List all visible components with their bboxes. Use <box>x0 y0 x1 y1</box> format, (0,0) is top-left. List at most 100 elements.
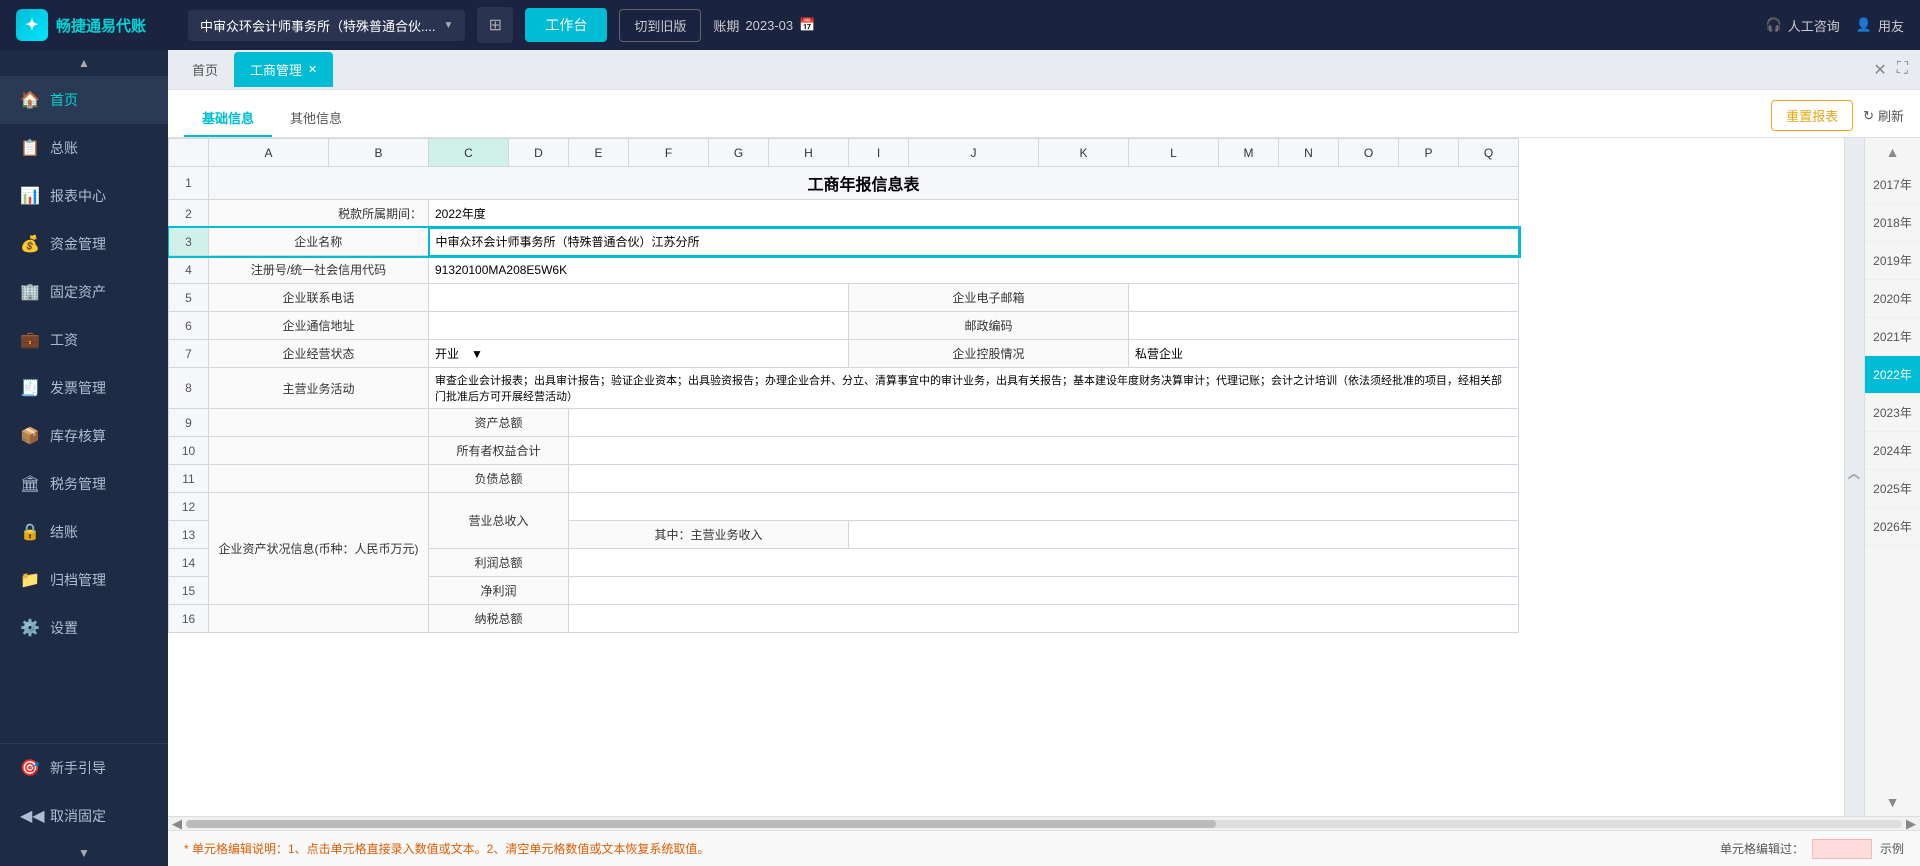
debt-value-cell[interactable] <box>569 465 1519 493</box>
year-scroll-down[interactable]: ▼ <box>1865 788 1920 816</box>
sidebar-item-archive[interactable]: 📁 归档管理 <box>0 556 168 604</box>
finance-icon: 💰 <box>20 234 40 254</box>
holding-value-cell[interactable]: 私营企业 <box>1129 340 1519 368</box>
year-2023[interactable]: 2023年 <box>1865 394 1920 432</box>
sidebar-item-ledger[interactable]: 📋 总账 <box>0 124 168 172</box>
col-D[interactable]: D <box>509 139 569 167</box>
sidebar-item-closing[interactable]: 🔒 结账 <box>0 508 168 556</box>
horizontal-scrollbar[interactable]: ◀ ▶ <box>168 816 1920 830</box>
equity-value-cell[interactable] <box>569 437 1519 465</box>
tab-home[interactable]: 首页 <box>176 52 234 87</box>
col-N[interactable]: N <box>1279 139 1339 167</box>
asset-value-cell[interactable] <box>569 409 1519 437</box>
header-right: 🎧 人工咨询 👤 用友 <box>1766 16 1904 35</box>
title-cell[interactable]: 工商年报信息表 <box>209 167 1519 200</box>
old-version-button[interactable]: 切到旧版 <box>619 9 701 42</box>
regnum-value-cell[interactable]: 91320100MA208E5W6K <box>429 256 1519 284</box>
close-window-icon[interactable]: ✕ <box>1873 60 1886 80</box>
sidebar-item-invoice[interactable]: 🧾 发票管理 <box>0 364 168 412</box>
main-revenue-value-cell[interactable] <box>849 521 1519 549</box>
sidebar-label-payroll: 工资 <box>50 330 78 350</box>
col-A[interactable]: A <box>209 139 329 167</box>
sidebar-item-settings[interactable]: ⚙️ 设置 <box>0 604 168 652</box>
user-service[interactable]: 🎧 人工咨询 <box>1766 16 1840 35</box>
sidebar-item-payroll[interactable]: 💼 工资 <box>0 316 168 364</box>
settings-icon: ⚙️ <box>20 618 40 638</box>
col-K[interactable]: K <box>1039 139 1129 167</box>
col-Q[interactable]: Q <box>1459 139 1519 167</box>
bizact-value-cell[interactable]: 审查企业会计报表；出具审计报告；验证企业资本；出具验资报告；办理企业合并、分立、… <box>429 368 1519 409</box>
col-O[interactable]: O <box>1339 139 1399 167</box>
col-B[interactable]: B <box>329 139 429 167</box>
sidebar-label-settings: 设置 <box>50 618 78 638</box>
sidebar-item-tax[interactable]: 🏛 税务管理 <box>0 460 168 508</box>
sidebar-item-newuser[interactable]: 🎯 新手引导 <box>0 744 168 792</box>
email-label-cell: 企业电子邮箱 <box>849 284 1129 312</box>
sidebar-item-finance[interactable]: 💰 资金管理 <box>0 220 168 268</box>
company-selector[interactable]: 中审众环会计师事务所（特殊普通合伙.... ▼ <box>188 10 465 41</box>
year-2025[interactable]: 2025年 <box>1865 470 1920 508</box>
user-info[interactable]: 👤 用友 <box>1856 16 1904 35</box>
sidebar-label-assets: 固定资产 <box>50 282 106 302</box>
sub-tab-other[interactable]: 其他信息 <box>272 100 360 137</box>
refresh-icon: ↻ <box>1863 108 1874 124</box>
refresh-button[interactable]: ↻ 刷新 <box>1863 106 1904 125</box>
sidebar-item-home[interactable]: 🏠 首页 <box>0 76 168 124</box>
spreadsheet-container[interactable]: A B C D E F G H I J K L <box>168 138 1844 816</box>
net-profit-value-cell[interactable] <box>569 577 1519 605</box>
expand-window-icon[interactable]: ⛶ <box>1897 60 1908 80</box>
col-M[interactable]: M <box>1219 139 1279 167</box>
status-dropdown-cell[interactable]: 开业 ▼ <box>429 340 849 368</box>
row-num-11: 11 <box>169 465 209 493</box>
year-2017[interactable]: 2017年 <box>1865 166 1920 204</box>
sidebar-item-assets[interactable]: 🏢 固定资产 <box>0 268 168 316</box>
workbench-button[interactable]: 工作台 <box>525 8 607 42</box>
col-I[interactable]: I <box>849 139 909 167</box>
sub-tab-basic[interactable]: 基础信息 <box>184 100 272 137</box>
email-value-cell[interactable] <box>1129 284 1519 312</box>
company-name-value-cell[interactable]: 中审众环会计师事务所（特殊普通合伙）江苏分所 <box>429 228 1519 256</box>
row-num-4: 4 <box>169 256 209 284</box>
period-value-cell[interactable]: 2022年度 <box>429 200 1519 228</box>
row-num-5: 5 <box>169 284 209 312</box>
col-E[interactable]: E <box>569 139 629 167</box>
row-num-13: 13 <box>169 521 209 549</box>
year-2018[interactable]: 2018年 <box>1865 204 1920 242</box>
reset-button[interactable]: 重置报表 <box>1771 100 1853 131</box>
sidebar-scroll-up[interactable]: ▲ <box>0 50 168 76</box>
sidebar-item-inventory[interactable]: 📦 库存核算 <box>0 412 168 460</box>
col-H[interactable]: H <box>769 139 849 167</box>
sidebar-item-reports[interactable]: 📊 报表中心 <box>0 172 168 220</box>
year-scroll-up[interactable]: ▲ <box>1865 138 1920 166</box>
profit-value-cell[interactable] <box>569 549 1519 577</box>
calendar-icon[interactable]: 📅 <box>799 17 815 33</box>
year-2020[interactable]: 2020年 <box>1865 280 1920 318</box>
sidebar-scroll-down[interactable]: ▼ <box>0 840 168 866</box>
col-L[interactable]: L <box>1129 139 1219 167</box>
address-value-cell[interactable] <box>429 312 849 340</box>
year-2026[interactable]: 2026年 <box>1865 508 1920 546</box>
reports-icon: 📊 <box>20 186 40 206</box>
col-G[interactable]: G <box>709 139 769 167</box>
sidebar-scroll: 🏠 首页 📋 总账 📊 报表中心 💰 资金管理 🏢 固定资产 💼 工资 <box>0 76 168 743</box>
col-P[interactable]: P <box>1399 139 1459 167</box>
year-2019[interactable]: 2019年 <box>1865 242 1920 280</box>
revenue-value-cell[interactable] <box>569 493 1519 521</box>
postal-value-cell[interactable] <box>1129 312 1519 340</box>
tab-business[interactable]: 工商管理 ✕ <box>234 52 333 87</box>
tab-close-icon[interactable]: ✕ <box>308 63 317 76</box>
row-num-8: 8 <box>169 368 209 409</box>
col-J[interactable]: J <box>909 139 1039 167</box>
year-2022[interactable]: 2022年 <box>1865 356 1920 394</box>
year-2021[interactable]: 2021年 <box>1865 318 1920 356</box>
row-num-10: 10 <box>169 437 209 465</box>
tax-total-value-cell[interactable] <box>569 605 1519 633</box>
year-2024[interactable]: 2024年 <box>1865 432 1920 470</box>
col-F[interactable]: F <box>629 139 709 167</box>
sidebar-item-unpin[interactable]: ◀◀ 取消固定 <box>0 792 168 840</box>
col-C[interactable]: C <box>429 139 509 167</box>
sidebar-label-closing: 结账 <box>50 522 78 542</box>
copy-icon[interactable]: ⊞ <box>477 7 513 43</box>
collapse-panel-button[interactable]: ❮ <box>1844 138 1864 816</box>
phone-value-cell[interactable] <box>429 284 849 312</box>
